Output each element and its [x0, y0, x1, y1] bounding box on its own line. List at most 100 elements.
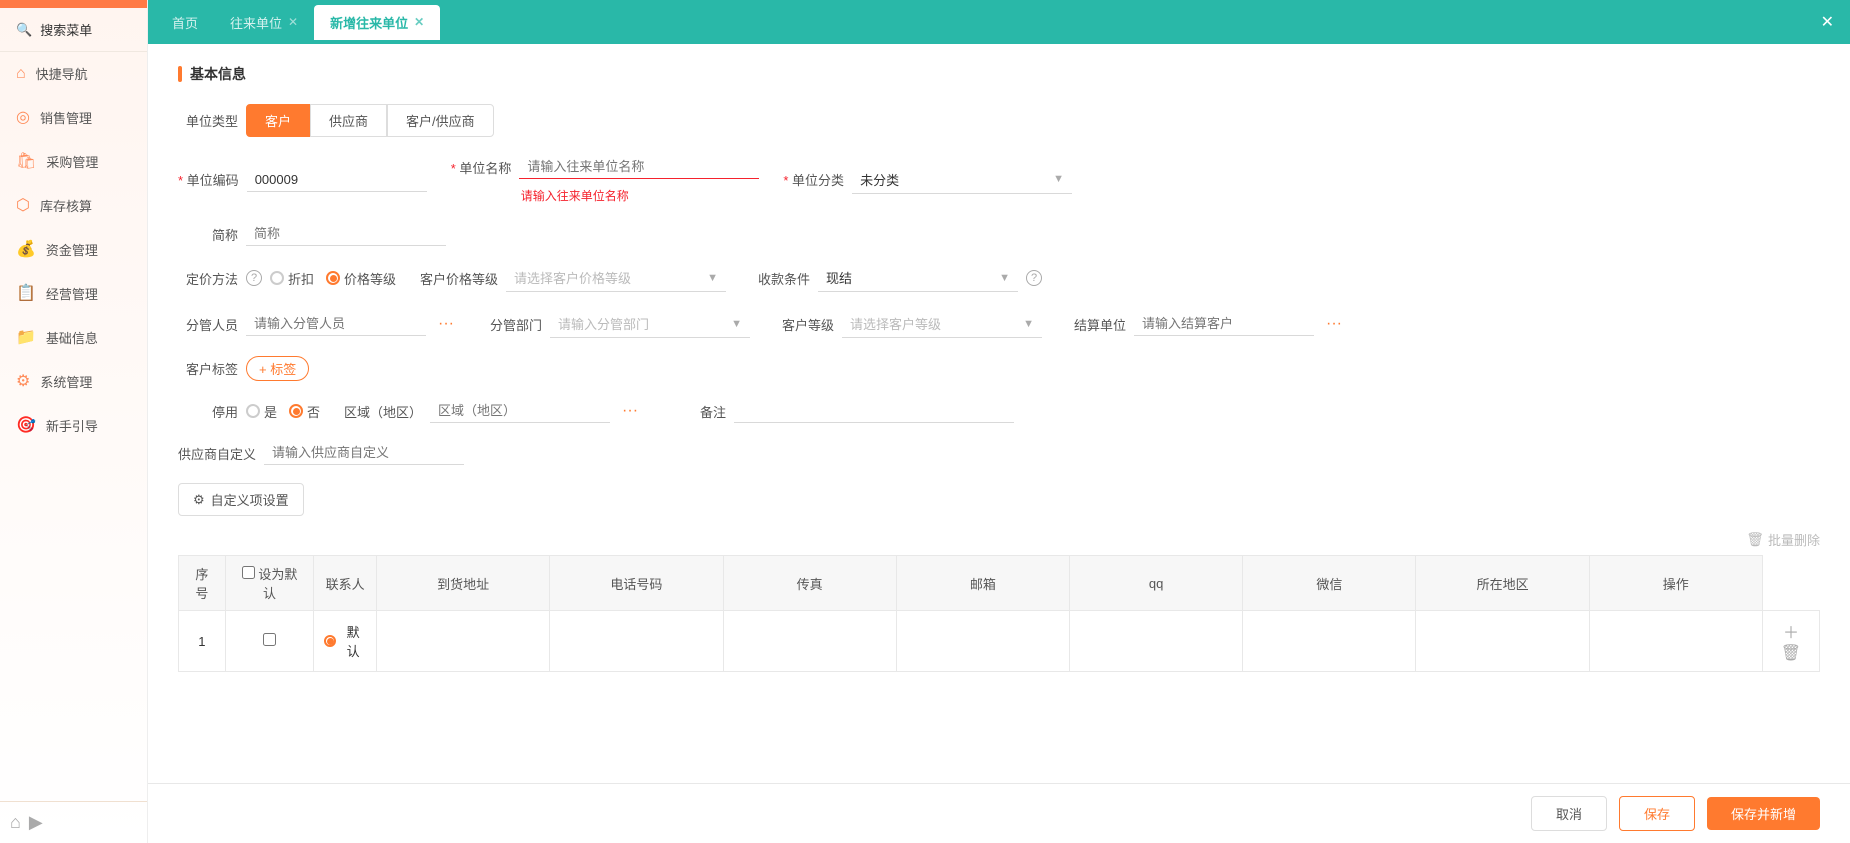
table-col-header: 设为默认 — [225, 556, 314, 611]
table-col-header: 邮箱 — [896, 556, 1069, 611]
unit-code-input[interactable] — [247, 168, 427, 192]
disabled-no-option[interactable]: 否 — [289, 402, 320, 421]
unit-name-input[interactable] — [519, 155, 759, 179]
pricing-row: 定价方法 ? 折扣 价格等级 客户价格等级 请选择客户价格等级 — [178, 264, 1820, 292]
manager-more-button[interactable]: ··· — [434, 315, 458, 333]
sidebar-item-sales[interactable]: ◎销售管理 — [0, 95, 147, 139]
settlement-unit-input[interactable] — [1134, 312, 1314, 336]
settlement-more-button[interactable]: ··· — [1322, 315, 1346, 333]
remark-field: 备注 — [666, 399, 1014, 423]
sidebar-item-system[interactable]: ⚙系统管理 — [0, 359, 147, 403]
row-actions: ＋🗑 — [1762, 611, 1819, 672]
table-col-header: 到货地址 — [377, 556, 550, 611]
sidebar-label-purchase: 采购管理 — [46, 152, 98, 171]
sidebar-item-operations[interactable]: 📋经营管理 — [0, 271, 147, 315]
manager-input[interactable] — [246, 312, 426, 336]
save-and-new-button[interactable]: 保存并新增 — [1707, 797, 1820, 830]
tab-new-counterparty[interactable]: 新增往来单位✕ — [314, 5, 440, 40]
sidebar-label-inventory: 库存核算 — [40, 196, 92, 215]
customer-level-placeholder: 请选择客户等级 — [850, 314, 1019, 333]
pricing-help-icon[interactable]: ? — [246, 270, 262, 286]
table-col-header: 序号 — [179, 556, 226, 611]
row-qq[interactable] — [1243, 611, 1416, 672]
unit-type-btn-supplier[interactable]: 供应商 — [310, 104, 387, 137]
row-fax[interactable] — [896, 611, 1069, 672]
unit-type-btn-both[interactable]: 客户/供应商 — [387, 104, 494, 137]
pricing-level-radio — [326, 271, 340, 285]
row-seq: 1 — [179, 611, 226, 672]
tab-close-counterparty[interactable]: ✕ — [288, 15, 298, 29]
customer-price-placeholder: 请选择客户价格等级 — [514, 268, 703, 287]
table-row: 1 默认 ＋🗑 — [179, 611, 1820, 672]
select-all-checkbox[interactable] — [242, 566, 255, 579]
sidebar-item-finance[interactable]: 💰资金管理 — [0, 227, 147, 271]
unit-code-field: 单位编码 — [178, 168, 427, 192]
customer-level-field: 客户等级 请选择客户等级 ▼ — [774, 310, 1042, 338]
unit-name-field: 单位名称 请输入往来单位名称 — [451, 155, 760, 204]
supplier-custom-input[interactable] — [264, 441, 464, 465]
row-checkbox[interactable] — [225, 611, 314, 672]
row-default[interactable]: 默认 — [314, 611, 377, 672]
sidebar-home-icon[interactable]: ⌂ — [10, 812, 21, 833]
pricing-level-label: 价格等级 — [344, 269, 396, 288]
unit-type-btn-customer[interactable]: 客户 — [246, 104, 310, 137]
customer-level-select[interactable]: 请选择客户等级 ▼ — [842, 310, 1042, 338]
table-col-header: 联系人 — [314, 556, 377, 611]
region-input[interactable] — [430, 399, 610, 423]
sidebar-item-purchase[interactable]: 🛍采购管理 — [0, 139, 147, 183]
short-name-input[interactable] — [246, 222, 446, 246]
department-placeholder: 请输入分管部门 — [558, 314, 727, 333]
sidebar-search[interactable]: 🔍 搜索菜单 — [0, 8, 147, 52]
customer-price-select[interactable]: 请选择客户价格等级 ▼ — [506, 264, 726, 292]
unit-category-select[interactable]: 未分类 ▼ — [852, 166, 1072, 194]
row-select-checkbox[interactable] — [263, 633, 276, 646]
sidebar-icon-finance: 💰 — [16, 239, 36, 259]
pricing-level-option[interactable]: 价格等级 — [326, 269, 396, 288]
payment-terms-select[interactable]: 现结 ▼ — [818, 264, 1018, 292]
sidebar-item-new-guide[interactable]: 🎯新手引导 — [0, 403, 147, 447]
row-region[interactable] — [1589, 611, 1762, 672]
custom-settings-button[interactable]: ⚙ 自定义项设置 — [178, 483, 304, 516]
disabled-yes-label: 是 — [264, 402, 277, 421]
sidebar-label-quick-nav: 快捷导航 — [36, 64, 88, 83]
add-row-button[interactable]: ＋ — [1783, 619, 1799, 643]
tab-close-new-counterparty[interactable]: ✕ — [414, 15, 424, 29]
save-button[interactable]: 保存 — [1619, 796, 1695, 831]
unit-name-error: 请输入往来单位名称 — [521, 187, 629, 204]
search-icon: 🔍 — [16, 22, 32, 38]
table-col-header: 电话号码 — [550, 556, 723, 611]
sidebar-item-quick-nav[interactable]: ⌂快捷导航 — [0, 52, 147, 95]
sidebar-item-inventory[interactable]: ⬡库存核算 — [0, 183, 147, 227]
customer-price-field: 客户价格等级 请选择客户价格等级 ▼ — [420, 264, 726, 292]
row-address[interactable] — [550, 611, 723, 672]
row-contact[interactable] — [377, 611, 550, 672]
disabled-yes-option[interactable]: 是 — [246, 402, 277, 421]
cancel-button[interactable]: 取消 — [1531, 796, 1607, 831]
department-select[interactable]: 请输入分管部门 ▼ — [550, 310, 750, 338]
delete-row-button[interactable]: 🗑 — [1781, 643, 1801, 663]
sidebar: 🔍 搜索菜单 ⌂快捷导航◎销售管理🛍采购管理⬡库存核算💰资金管理📋经营管理📁基础… — [0, 0, 148, 843]
window-close-button[interactable]: ✕ — [1813, 8, 1842, 36]
row-wechat[interactable] — [1416, 611, 1589, 672]
payment-terms-help-icon[interactable]: ? — [1026, 270, 1042, 286]
pricing-discount-option[interactable]: 折扣 — [270, 269, 314, 288]
row-email[interactable] — [1069, 611, 1242, 672]
disabled-field: 停用 是 否 — [178, 402, 320, 421]
tab-counterparty[interactable]: 往来单位✕ — [214, 5, 314, 40]
sidebar-expand-icon[interactable]: ▶ — [29, 812, 43, 833]
short-name-field: 简称 — [178, 222, 446, 246]
region-more-button[interactable]: ··· — [618, 402, 642, 420]
batch-delete-label[interactable]: 批量删除 — [1768, 530, 1820, 549]
row-phone[interactable] — [723, 611, 896, 672]
tab-home[interactable]: 首页 — [156, 5, 214, 40]
disabled-no-label: 否 — [307, 402, 320, 421]
batch-delete-area: 🗑 批量删除 — [178, 530, 1820, 549]
region-label: 区域（地区） — [344, 402, 422, 421]
footer: 取消 保存 保存并新增 — [148, 783, 1850, 843]
sidebar-item-basic-info[interactable]: 📁基础信息 — [0, 315, 147, 359]
add-tag-button[interactable]: + 标签 — [246, 356, 309, 381]
remark-input[interactable] — [734, 399, 1014, 423]
payment-terms-label: 收款条件 — [750, 269, 810, 288]
unit-type-label: 单位类型 — [178, 111, 238, 130]
pricing-method-label: 定价方法 — [178, 269, 238, 288]
